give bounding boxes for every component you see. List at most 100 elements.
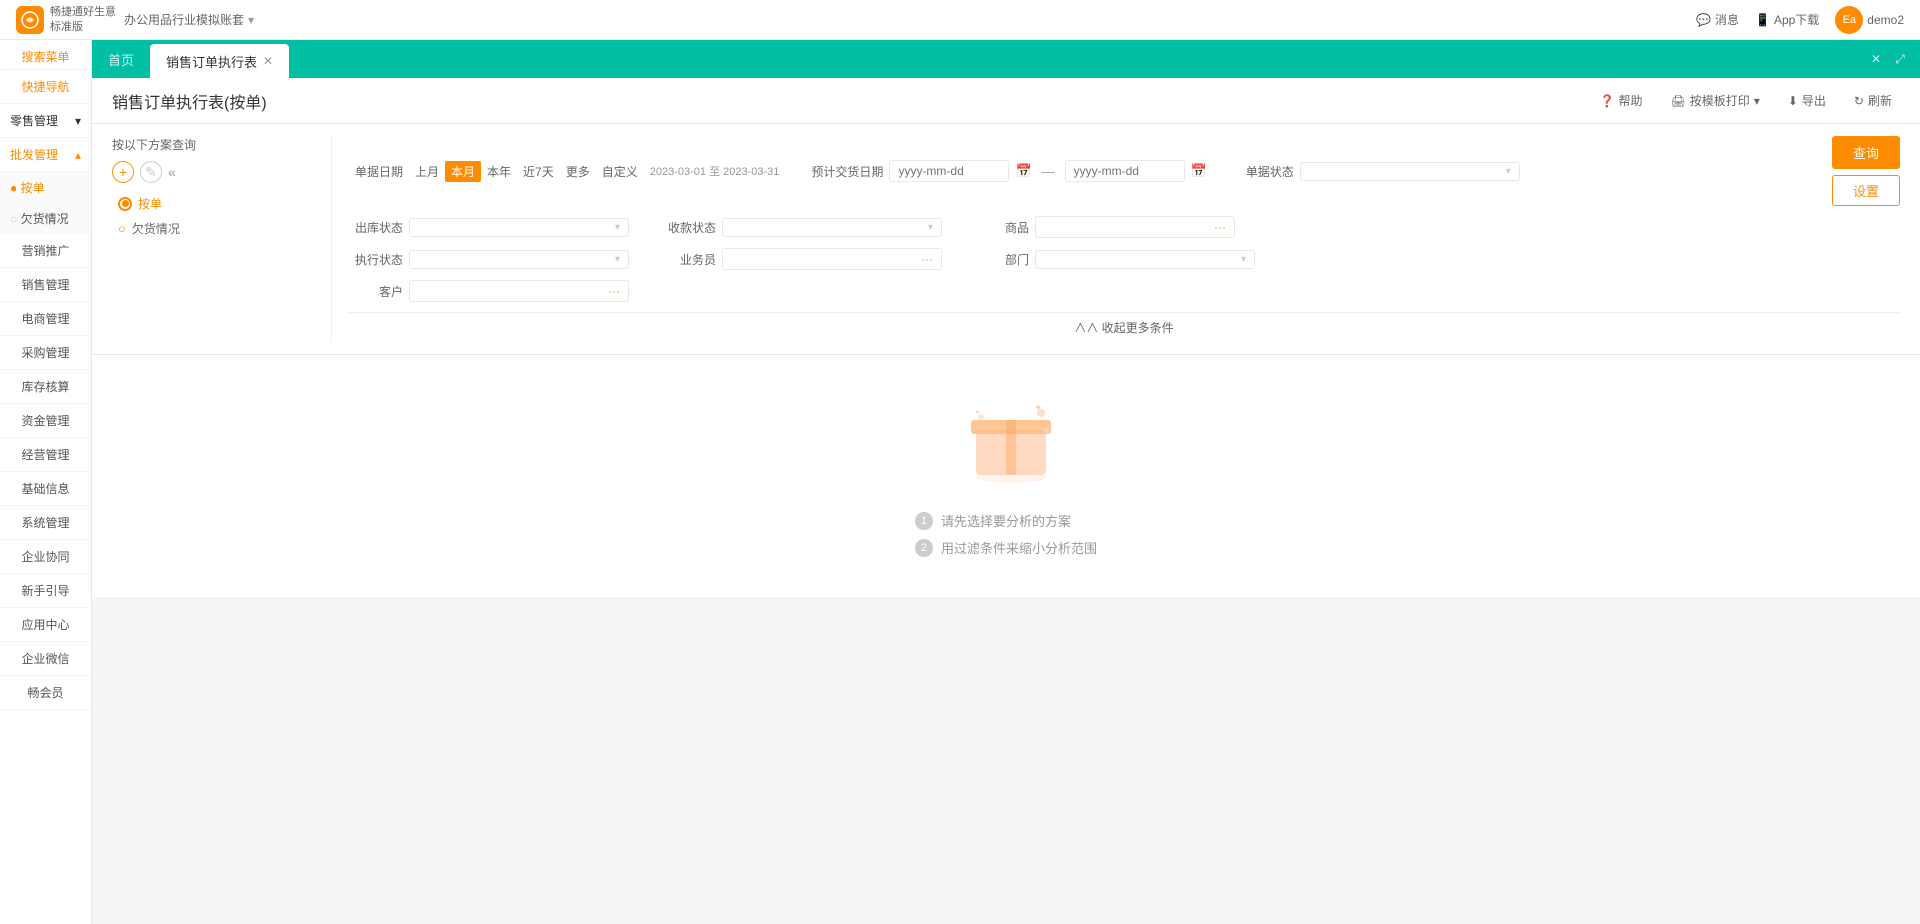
sidebar-item-quick-nav[interactable]: 快捷导航 xyxy=(0,70,91,104)
sidebar-sub-item-按单[interactable]: ● 按单 xyxy=(0,172,91,203)
query-button[interactable]: 查询 xyxy=(1832,136,1900,169)
svg-text:✦: ✦ xyxy=(974,408,981,417)
salesman-select[interactable]: ··· xyxy=(722,248,942,270)
date-tab-custom[interactable]: 自定义 xyxy=(596,161,644,182)
date-tab-this-month[interactable]: 本月 xyxy=(445,161,481,182)
customer-select[interactable]: ··· xyxy=(409,280,629,302)
order-status-group: 单据状态 ▾ xyxy=(1239,162,1520,181)
print-button[interactable]: 🖨 按模板打印 ▾ xyxy=(1663,88,1768,113)
sidebar-item-onboarding[interactable]: 新手引导 xyxy=(0,574,91,608)
sidebar-item-collab[interactable]: 企业协同 xyxy=(0,540,91,574)
exec-arrow-icon: ▾ xyxy=(615,254,620,265)
logo-area: 畅捷通好生意 标准版 xyxy=(16,5,116,34)
expected-date-end-input[interactable] xyxy=(1065,160,1185,182)
avatar: Ea xyxy=(1835,6,1863,34)
window-controls: ✕ ⤢ xyxy=(1868,51,1920,67)
filter-scheme-actions: + ✎ « xyxy=(112,161,319,183)
app-download-button[interactable]: 📱 App下载 xyxy=(1755,11,1819,28)
expected-date-label: 预计交货日期 xyxy=(811,163,883,180)
user-menu[interactable]: Ea demo2 xyxy=(1835,6,1904,34)
delivery-arrow-icon: ▾ xyxy=(615,222,620,233)
add-scheme-button[interactable]: + xyxy=(112,161,134,183)
header-left: 畅捷通好生意 标准版 办公用品行业模拟账套 ▾ xyxy=(16,5,254,34)
sidebar-item-marketing[interactable]: 营销推广 xyxy=(0,234,91,268)
date-range-text: 2023-03-01 至 2023-03-31 xyxy=(650,163,780,179)
sidebar-item-inventory[interactable]: 库存核算 xyxy=(0,370,91,404)
scheme-icon: ○ xyxy=(118,221,126,236)
date-tab-last-month[interactable]: 上月 xyxy=(409,161,445,182)
sidebar-sub-item-欠货情况[interactable]: ○ 欠货情况 xyxy=(0,203,91,234)
tip-num-2: 2 xyxy=(915,539,933,557)
print-arrow-icon: ▾ xyxy=(1754,94,1760,108)
product-more-icon[interactable]: ··· xyxy=(1214,220,1226,234)
exec-status-label: 执行状态 xyxy=(348,251,403,268)
collapse-up-icon: ∧∧ xyxy=(1074,321,1101,335)
tab-sales-exec[interactable]: 销售订单执行表 ✕ xyxy=(150,44,289,78)
sidebar-item-wholesale[interactable]: 批发管理 ▴ xyxy=(0,138,91,172)
page-actions: ❓ 帮助 🖨 按模板打印 ▾ ⬇ 导出 ↻ 刷新 xyxy=(1592,88,1900,113)
sidebar-item-operations[interactable]: 经营管理 xyxy=(0,438,91,472)
sidebar-item-member[interactable]: 畅会员 xyxy=(0,676,91,710)
message-button[interactable]: 💬 消息 xyxy=(1696,11,1739,28)
settings-button[interactable]: 设置 xyxy=(1832,175,1900,206)
sidebar-item-retail[interactable]: 零售管理 ▾ xyxy=(0,104,91,138)
payment-status-label: 收款状态 xyxy=(661,219,716,236)
export-button[interactable]: ⬇ 导出 xyxy=(1780,88,1834,113)
customer-label: 客户 xyxy=(348,283,403,300)
payment-status-select[interactable]: ▾ xyxy=(722,218,942,237)
salesman-more-icon[interactable]: ··· xyxy=(921,252,933,266)
calendar-icon-end[interactable]: 📅 xyxy=(1191,163,1207,179)
maximize-window-button[interactable]: ⤢ xyxy=(1892,51,1908,67)
date-tabs: 上月 本月 本年 近7天 更多 自定义 xyxy=(409,161,644,182)
sidebar-item-basic-info[interactable]: 基础信息 xyxy=(0,472,91,506)
help-icon: ❓ xyxy=(1600,94,1615,108)
filter-row-1: 单据日期 上月 本月 本年 近7天 更多 自定义 2023-03-01 至 20… xyxy=(348,136,1900,206)
scheme-item-按单[interactable]: 按单 xyxy=(112,191,319,216)
close-window-button[interactable]: ✕ xyxy=(1868,51,1884,67)
sidebar-item-finance[interactable]: 资金管理 xyxy=(0,404,91,438)
sidebar-item-app-center[interactable]: 应用中心 xyxy=(0,608,91,642)
tab-home[interactable]: 首页 xyxy=(92,40,150,78)
dept-arrow-icon: ▾ xyxy=(1241,254,1246,265)
sidebar-item-ecommerce[interactable]: 电商管理 xyxy=(0,302,91,336)
delivery-status-select[interactable]: ▾ xyxy=(409,218,629,237)
logo-icon xyxy=(16,6,44,34)
help-button[interactable]: ❓ 帮助 xyxy=(1592,88,1651,113)
top-header: 畅捷通好生意 标准版 办公用品行业模拟账套 ▾ 💬 消息 📱 App下载 Ea … xyxy=(0,0,1920,40)
collapse-scheme-button[interactable]: « xyxy=(168,164,176,180)
sidebar-item-purchase[interactable]: 采购管理 xyxy=(0,336,91,370)
date-tab-more[interactable]: 更多 xyxy=(560,161,596,182)
page: 销售订单执行表(按单) ❓ 帮助 🖨 按模板打印 ▾ ⬇ 导出 xyxy=(92,78,1920,924)
scheme-item-欠货[interactable]: ○ 欠货情况 xyxy=(112,216,319,241)
tip-num-1: 1 xyxy=(915,512,933,530)
sidebar-search[interactable]: 搜索菜单 xyxy=(0,40,91,70)
refresh-button[interactable]: ↻ 刷新 xyxy=(1846,88,1900,113)
department-select[interactable]: ▾ xyxy=(1035,250,1255,269)
collapse-more-button[interactable]: ∧∧ 收起更多条件 xyxy=(348,312,1900,342)
date-tab-this-year[interactable]: 本年 xyxy=(481,161,517,182)
order-status-select[interactable]: ▾ xyxy=(1300,162,1520,181)
order-status-label: 单据状态 xyxy=(1239,163,1294,180)
exec-status-select[interactable]: ▾ xyxy=(409,250,629,269)
sidebar-item-wechat[interactable]: 企业微信 xyxy=(0,642,91,676)
expected-date-start-input[interactable] xyxy=(889,160,1009,182)
department-label: 部门 xyxy=(974,251,1029,268)
product-label: 商品 xyxy=(974,219,1029,236)
date-tab-7days[interactable]: 近7天 xyxy=(517,161,560,182)
calendar-icon-start[interactable]: 📅 xyxy=(1015,163,1031,179)
print-icon: 🖨 xyxy=(1671,94,1686,108)
message-icon: 💬 xyxy=(1696,13,1711,27)
edit-scheme-button[interactable]: ✎ xyxy=(140,161,162,183)
exec-status-group: 执行状态 ▾ xyxy=(348,250,629,269)
page-header: 销售订单执行表(按单) ❓ 帮助 🖨 按模板打印 ▾ ⬇ 导出 xyxy=(92,78,1920,124)
empty-illustration: ✦ ✦ xyxy=(946,395,1066,495)
tab-close-icon[interactable]: ✕ xyxy=(263,54,273,68)
product-group: 商品 ··· xyxy=(974,216,1235,238)
customer-more-icon[interactable]: ··· xyxy=(608,284,620,298)
sidebar-item-system[interactable]: 系统管理 xyxy=(0,506,91,540)
sidebar-item-sales[interactable]: 销售管理 xyxy=(0,268,91,302)
breadcrumb[interactable]: 办公用品行业模拟账套 ▾ xyxy=(124,11,254,28)
product-select[interactable]: ··· xyxy=(1035,216,1235,238)
filter-row-2: 出库状态 ▾ 收款状态 ▾ xyxy=(348,216,1900,238)
date-separator: — xyxy=(1038,164,1059,179)
